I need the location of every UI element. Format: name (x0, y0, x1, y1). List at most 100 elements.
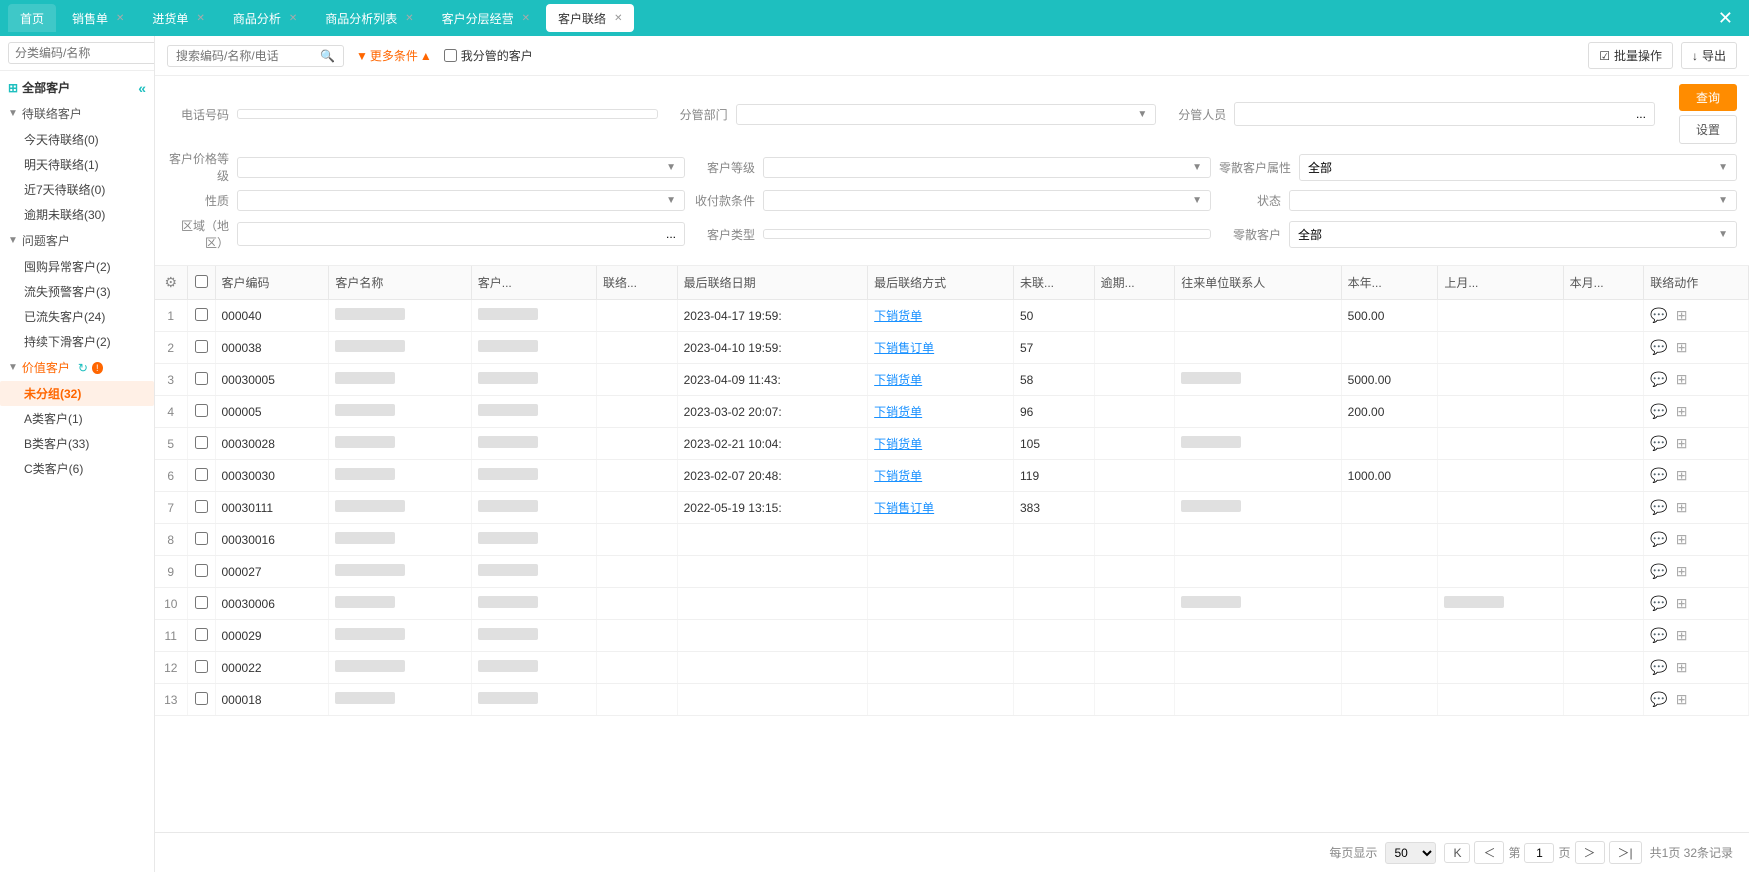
table-settings-button[interactable]: ⚙ (164, 274, 177, 291)
more-action-icon[interactable]: ⊞ (1676, 371, 1688, 388)
more-action-icon[interactable]: ⊞ (1676, 659, 1688, 676)
more-action-icon[interactable]: ⊞ (1676, 531, 1688, 548)
value-customers-group[interactable]: ▼ 价值客户 ↻ ! (0, 354, 154, 381)
person-input[interactable]: ... (1234, 102, 1655, 126)
contact-action-icon[interactable]: 💬 (1650, 435, 1667, 452)
prev-page-button[interactable]: ＜ (1474, 841, 1504, 864)
select-all-checkbox[interactable] (195, 275, 208, 288)
sidebar-item-near7[interactable]: 近7天待联络(0) (0, 177, 154, 202)
row-checkbox[interactable] (195, 404, 208, 417)
contact-action-icon[interactable]: 💬 (1650, 371, 1667, 388)
sidebar-search-input[interactable] (8, 42, 155, 64)
last-method-link[interactable]: 下销售订单 (874, 341, 934, 355)
search-input[interactable] (176, 49, 316, 63)
last-page-button[interactable]: ＞| (1609, 841, 1642, 864)
last-method-link[interactable]: 下销货单 (874, 469, 922, 483)
tab-product-analysis-list-close[interactable]: ✕ (405, 13, 413, 24)
window-close-button[interactable]: ✕ (1710, 8, 1741, 28)
sidebar-item-classC[interactable]: C类客户(6) (0, 456, 154, 481)
reset-button[interactable]: 设置 (1679, 115, 1737, 144)
sidebar-item-tomorrow[interactable]: 明天待联络(1) (0, 152, 154, 177)
sidebar-item-lost-warn[interactable]: 流失预警客户(3) (0, 279, 154, 304)
contact-action-icon[interactable]: 💬 (1650, 659, 1667, 676)
row-checkbox[interactable] (195, 692, 208, 705)
row-checkbox[interactable] (195, 628, 208, 641)
last-method-link[interactable]: 下销货单 (874, 437, 922, 451)
row-checkbox[interactable] (195, 436, 208, 449)
phone-input[interactable] (237, 109, 658, 119)
row-checkbox[interactable] (195, 532, 208, 545)
tab-customer-tier[interactable]: 客户分层经营 ✕ (430, 4, 542, 32)
more-action-icon[interactable]: ⊞ (1676, 467, 1688, 484)
pending-contact-group[interactable]: ▼ 待联络客户 (0, 100, 154, 127)
sidebar-item-classA[interactable]: A类客户(1) (0, 406, 154, 431)
tab-customer-contact[interactable]: 客户联络 ✕ (546, 4, 634, 32)
row-checkbox[interactable] (195, 308, 208, 321)
row-checkbox[interactable] (195, 500, 208, 513)
row-checkbox[interactable] (195, 660, 208, 673)
tab-purchase-close[interactable]: ✕ (196, 13, 204, 24)
tab-purchase[interactable]: 进货单 ✕ (140, 4, 216, 32)
price-level-input[interactable]: ▼ (237, 157, 685, 178)
contact-action-icon[interactable]: 💬 (1650, 499, 1667, 516)
row-checkbox[interactable] (195, 340, 208, 353)
customer-type-input[interactable] (763, 229, 1211, 239)
more-action-icon[interactable]: ⊞ (1676, 339, 1688, 356)
export-button[interactable]: ↓ 导出 (1681, 42, 1737, 69)
customer-level-input[interactable]: ▼ (763, 157, 1211, 178)
tab-product-analysis-list[interactable]: 商品分析列表 ✕ (313, 4, 425, 32)
nature-input[interactable]: ▼ (237, 190, 685, 211)
tab-product-analysis[interactable]: 商品分析 ✕ (221, 4, 309, 32)
page-size-select[interactable]: 50 100 (1385, 842, 1436, 864)
row-checkbox[interactable] (195, 596, 208, 609)
problem-customers-group[interactable]: ▼ 问题客户 (0, 227, 154, 254)
sidebar-item-classB[interactable]: B类客户(33) (0, 431, 154, 456)
more-action-icon[interactable]: ⊞ (1676, 563, 1688, 580)
retail-customer-input[interactable]: 全部 ▼ (1289, 221, 1737, 248)
contact-action-icon[interactable]: 💬 (1650, 563, 1667, 580)
row-checkbox[interactable] (195, 564, 208, 577)
payment-input[interactable]: ▼ (763, 190, 1211, 211)
row-checkbox[interactable] (195, 468, 208, 481)
last-method-link[interactable]: 下销货单 (874, 373, 922, 387)
more-action-icon[interactable]: ⊞ (1676, 595, 1688, 612)
retail-attr-input[interactable]: 全部 ▼ (1299, 154, 1737, 181)
contact-action-icon[interactable]: 💬 (1650, 531, 1667, 548)
tab-home[interactable]: 首页 (8, 4, 56, 32)
all-customers-section[interactable]: ⊞ 全部客户 « (0, 71, 154, 100)
tab-customer-contact-close[interactable]: ✕ (614, 13, 622, 24)
more-action-icon[interactable]: ⊞ (1676, 403, 1688, 420)
sidebar-item-lost[interactable]: 已流失客户(24) (0, 304, 154, 329)
first-page-button[interactable]: K (1444, 843, 1470, 863)
search-icon[interactable]: 🔍 (320, 49, 335, 63)
last-method-link[interactable]: 下销货单 (874, 405, 922, 419)
last-method-link[interactable]: 下销售订单 (874, 501, 934, 515)
tab-sales-close[interactable]: ✕ (116, 13, 124, 24)
sidebar-item-unclassified[interactable]: 未分组(32) (0, 381, 154, 406)
contact-action-icon[interactable]: 💬 (1650, 403, 1667, 420)
status-input[interactable]: ▼ (1289, 190, 1737, 211)
contact-action-icon[interactable]: 💬 (1650, 595, 1667, 612)
collapse-sidebar-icon[interactable]: « (138, 80, 146, 96)
row-checkbox[interactable] (195, 372, 208, 385)
page-number-input[interactable] (1524, 843, 1554, 863)
last-method-link[interactable]: 下销货单 (874, 309, 922, 323)
sidebar-item-declining[interactable]: 持续下滑客户(2) (0, 329, 154, 354)
sidebar-item-abnormal[interactable]: 囤购异常客户(2) (0, 254, 154, 279)
contact-action-icon[interactable]: 💬 (1650, 627, 1667, 644)
dept-input[interactable]: ▼ (736, 104, 1157, 125)
tab-sales[interactable]: 销售单 ✕ (60, 4, 136, 32)
sidebar-item-today[interactable]: 今天待联络(0) (0, 127, 154, 152)
more-action-icon[interactable]: ⊞ (1676, 499, 1688, 516)
batch-op-button[interactable]: ☑ 批量操作 (1588, 42, 1673, 69)
my-customers-checkbox[interactable] (444, 49, 457, 62)
tab-customer-tier-close[interactable]: ✕ (522, 13, 530, 24)
contact-action-icon[interactable]: 💬 (1650, 307, 1667, 324)
refresh-icon[interactable]: ↻ (78, 361, 88, 375)
contact-action-icon[interactable]: 💬 (1650, 467, 1667, 484)
next-page-button[interactable]: ＞ (1575, 841, 1605, 864)
more-action-icon[interactable]: ⊞ (1676, 627, 1688, 644)
more-action-icon[interactable]: ⊞ (1676, 691, 1688, 708)
contact-action-icon[interactable]: 💬 (1650, 691, 1667, 708)
sidebar-item-overdue[interactable]: 逾期未联络(30) (0, 202, 154, 227)
